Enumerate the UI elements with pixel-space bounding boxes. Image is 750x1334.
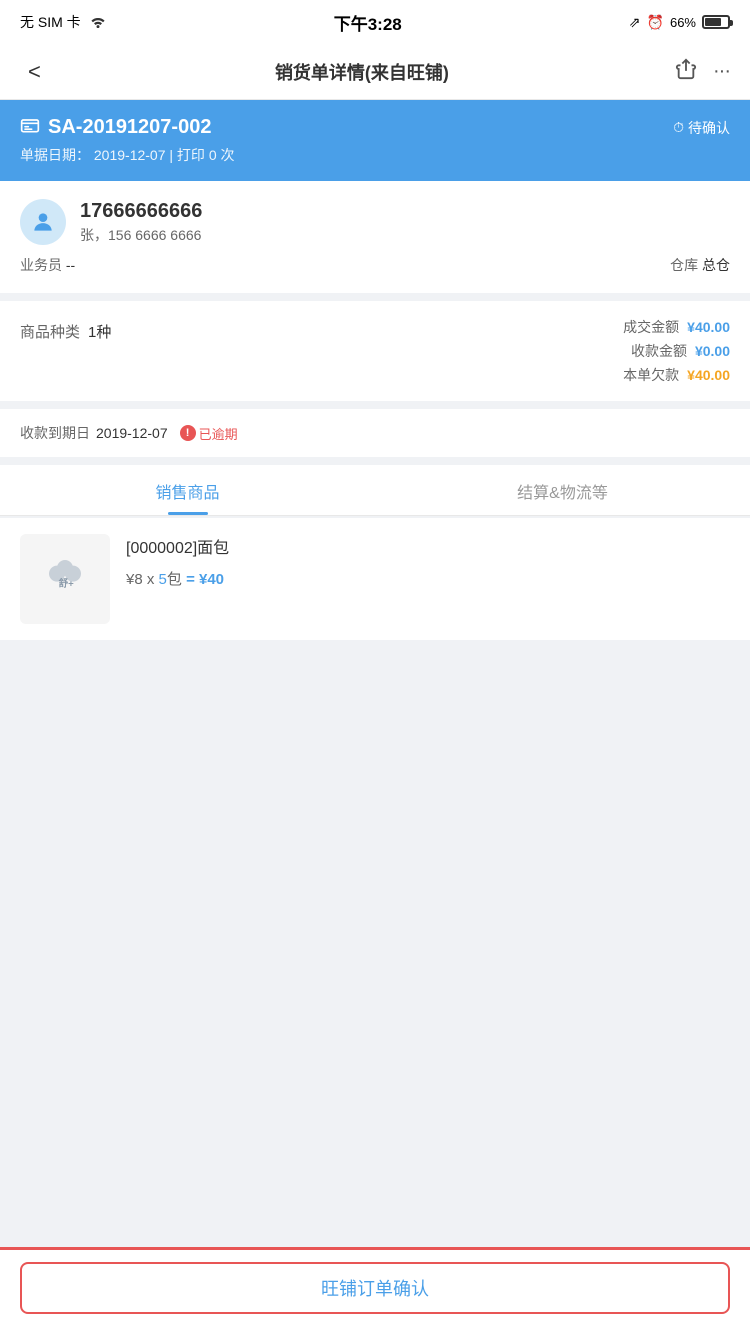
header-card: SA-20191207-002 ⏱ 待确认 单据日期： 2019-12-07 |… bbox=[0, 100, 750, 181]
avatar bbox=[20, 199, 66, 245]
share-icon[interactable] bbox=[675, 58, 697, 86]
confirm-button[interactable]: 旺铺订单确认 bbox=[20, 1262, 730, 1314]
customer-phone: 17666666666 bbox=[80, 200, 202, 223]
total-value: = ¥40 bbox=[186, 571, 224, 588]
product-logo-icon: 舒+ bbox=[40, 556, 90, 603]
product-section: 舒+ [0000002]面包 ¥8 x 5包 = ¥40 bbox=[0, 518, 750, 640]
received-row: 收款金额 ¥0.00 bbox=[631, 341, 730, 361]
warehouse-value: 总仓 bbox=[702, 257, 730, 273]
product-info: [0000002]面包 ¥8 x 5包 = ¥40 bbox=[126, 534, 730, 589]
product-type: 商品种类 1种 bbox=[20, 317, 111, 342]
clock-icon: ⏱ bbox=[673, 119, 684, 136]
due-date: 2019-12-07 bbox=[96, 425, 168, 441]
tab-settlement[interactable]: 结算&物流等 bbox=[375, 465, 750, 515]
customer-name: 张，156 6666 6666 bbox=[80, 225, 202, 245]
product-image: 舒+ bbox=[20, 534, 110, 624]
qty-value: 5 bbox=[159, 571, 167, 588]
due-section: 收款到期日 2019-12-07 ! 已逾期 bbox=[0, 409, 750, 465]
price-text: ¥8 x bbox=[126, 571, 159, 588]
back-button[interactable]: < bbox=[20, 51, 49, 93]
warehouse-info: 仓库 总仓 bbox=[670, 255, 730, 275]
warehouse-label: 仓库 bbox=[670, 257, 698, 273]
order-id: SA-20191207-002 bbox=[20, 116, 211, 139]
overdue-text: 已逾期 bbox=[199, 424, 238, 443]
customer-section: 17666666666 张，156 6666 6666 业务员 -- 仓库 总仓 bbox=[0, 181, 750, 301]
status-badge: ⏱ 待确认 bbox=[673, 118, 730, 138]
customer-info: 17666666666 张，156 6666 6666 bbox=[80, 200, 202, 245]
tabs: 销售商品 结算&物流等 bbox=[0, 465, 750, 516]
sales-value: -- bbox=[66, 257, 75, 273]
received-value: ¥0.00 bbox=[695, 343, 730, 359]
owed-row: 本单欠款 ¥40.00 bbox=[623, 365, 730, 385]
battery-percent: 66% bbox=[670, 15, 696, 30]
alarm-icon: ⏰ bbox=[647, 14, 664, 31]
status-time: 下午3:28 bbox=[334, 10, 402, 35]
nav-actions: ··· bbox=[675, 58, 730, 86]
location-icon: ⇗ bbox=[629, 14, 641, 31]
empty-space bbox=[0, 640, 750, 890]
product-price: ¥8 x 5包 = ¥40 bbox=[126, 568, 730, 589]
sales-label: 业务员 bbox=[20, 257, 62, 273]
overdue-icon: ! bbox=[180, 425, 196, 441]
qty-unit: 包 bbox=[167, 571, 182, 588]
status-left: 无 SIM 卡 bbox=[20, 12, 107, 32]
battery-icon bbox=[702, 15, 730, 29]
received-label: 收款金额 bbox=[631, 341, 687, 361]
order-icon bbox=[20, 116, 40, 139]
header-date: 单据日期： 2019-12-07 | 打印 0 次 bbox=[20, 145, 730, 165]
page-title: 销货单详情(来自旺铺) bbox=[275, 59, 449, 85]
overdue-badge: ! 已逾期 bbox=[180, 424, 238, 443]
more-icon[interactable]: ··· bbox=[713, 60, 730, 83]
tab-products[interactable]: 销售商品 bbox=[0, 465, 375, 515]
bottom-action: 旺铺订单确认 bbox=[0, 1247, 750, 1334]
product-type-value: 1种 bbox=[88, 321, 111, 342]
owed-label: 本单欠款 bbox=[623, 365, 679, 385]
amount-summary: 成交金额 ¥40.00 收款金额 ¥0.00 本单欠款 ¥40.00 bbox=[623, 317, 730, 385]
product-type-label: 商品种类 bbox=[20, 321, 80, 342]
product-name: [0000002]面包 bbox=[126, 534, 730, 558]
amount-label: 成交金额 bbox=[623, 317, 679, 337]
nav-bar: < 销货单详情(来自旺铺) ··· bbox=[0, 44, 750, 100]
amount-value: ¥40.00 bbox=[687, 319, 730, 335]
wifi-icon bbox=[89, 14, 107, 31]
carrier-text: 无 SIM 卡 bbox=[20, 12, 81, 32]
customer-meta: 业务员 -- 仓库 总仓 bbox=[20, 255, 730, 275]
summary-section: 商品种类 1种 成交金额 ¥40.00 收款金额 ¥0.00 本单欠款 ¥40.… bbox=[0, 301, 750, 409]
amount-row: 成交金额 ¥40.00 bbox=[623, 317, 730, 337]
sales-info: 业务员 -- bbox=[20, 255, 75, 275]
status-bar: 无 SIM 卡 下午3:28 ⇗ ⏰ 66% bbox=[0, 0, 750, 44]
svg-text:舒+: 舒+ bbox=[59, 577, 75, 589]
status-right: ⇗ ⏰ 66% bbox=[629, 14, 730, 31]
due-label: 收款到期日 bbox=[20, 423, 90, 443]
owed-value: ¥40.00 bbox=[687, 367, 730, 383]
